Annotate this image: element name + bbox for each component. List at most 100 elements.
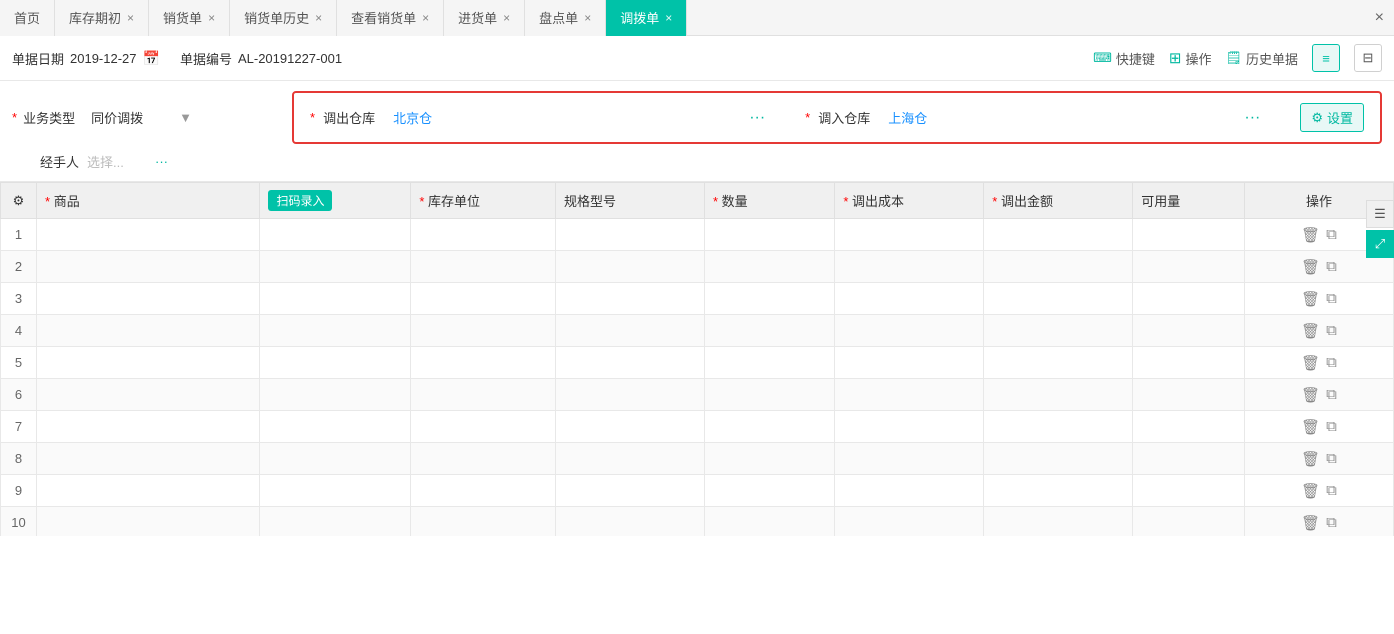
copy-icon[interactable]: ⧉ <box>1326 418 1337 435</box>
row-unit[interactable] <box>411 315 556 347</box>
list-view-button[interactable]: ≡ <box>1312 44 1340 72</box>
row-amount[interactable] <box>984 443 1133 475</box>
row-qty[interactable] <box>704 507 834 537</box>
row-qty[interactable] <box>704 283 834 315</box>
row-unit[interactable] <box>411 347 556 379</box>
row-goods[interactable] <box>37 507 260 537</box>
tab-purchase-order[interactable]: 进货单 × <box>444 0 525 36</box>
tab-sales-history[interactable]: 销货单历史 × <box>230 0 337 36</box>
row-qty[interactable] <box>704 411 834 443</box>
tab-purchase-order-close[interactable]: × <box>503 11 510 25</box>
copy-icon[interactable]: ⧉ <box>1326 226 1337 243</box>
operations-button[interactable]: ⊞ 操作 <box>1169 49 1212 68</box>
row-amount[interactable] <box>984 379 1133 411</box>
delete-icon[interactable]: 🗑 <box>1301 258 1320 276</box>
copy-icon[interactable]: ⧉ <box>1326 450 1337 467</box>
delete-icon[interactable]: 🗑 <box>1301 322 1320 340</box>
row-unit[interactable] <box>411 443 556 475</box>
row-spec[interactable] <box>556 219 705 251</box>
delete-icon[interactable]: 🗑 <box>1301 514 1320 532</box>
business-type-dropdown-icon[interactable]: ▼ <box>179 110 192 125</box>
tab-inventory-init[interactable]: 库存期初 × <box>55 0 149 36</box>
tab-sales-order[interactable]: 销货单 × <box>149 0 230 36</box>
row-cost[interactable] <box>835 251 984 283</box>
row-cost[interactable] <box>835 411 984 443</box>
out-warehouse-ellipsis[interactable]: ··· <box>749 109 765 127</box>
row-qty[interactable] <box>704 251 834 283</box>
row-goods[interactable] <box>37 379 260 411</box>
row-cost[interactable] <box>835 507 984 537</box>
tab-inventory-check-close[interactable]: × <box>584 11 591 25</box>
row-goods[interactable] <box>37 251 260 283</box>
delete-icon[interactable]: 🗑 <box>1301 226 1320 244</box>
scan-entry-button[interactable]: 扫码录入 <box>268 190 332 211</box>
in-warehouse-ellipsis[interactable]: ··· <box>1244 109 1260 127</box>
delete-icon[interactable]: 🗑 <box>1301 386 1320 404</box>
copy-icon[interactable]: ⧉ <box>1326 386 1337 403</box>
tab-transfer-order[interactable]: 调拨单 × <box>606 0 687 36</box>
row-qty[interactable] <box>704 219 834 251</box>
row-goods[interactable] <box>37 411 260 443</box>
row-spec[interactable] <box>556 347 705 379</box>
tab-transfer-order-close[interactable]: × <box>665 11 672 25</box>
row-amount[interactable] <box>984 315 1133 347</box>
row-unit[interactable] <box>411 283 556 315</box>
row-unit[interactable] <box>411 411 556 443</box>
copy-icon[interactable]: ⧉ <box>1326 482 1337 499</box>
row-amount[interactable] <box>984 283 1133 315</box>
row-unit[interactable] <box>411 379 556 411</box>
right-panel-list-button[interactable]: ☰ <box>1366 200 1394 228</box>
delete-icon[interactable]: 🗑 <box>1301 354 1320 372</box>
grid-view-button[interactable]: ⊟ <box>1354 44 1382 72</box>
row-spec[interactable] <box>556 251 705 283</box>
handler-ellipsis[interactable]: ··· <box>155 154 168 169</box>
settings-button[interactable]: ⚙ 设置 <box>1300 103 1364 132</box>
row-goods[interactable] <box>37 475 260 507</box>
row-goods[interactable] <box>37 443 260 475</box>
row-amount[interactable] <box>984 347 1133 379</box>
copy-icon[interactable]: ⧉ <box>1326 290 1337 307</box>
app-close-button[interactable]: × <box>1375 9 1394 27</box>
handler-input[interactable]: 选择... <box>87 152 147 171</box>
row-spec[interactable] <box>556 379 705 411</box>
delete-icon[interactable]: 🗑 <box>1301 418 1320 436</box>
tab-inventory-init-close[interactable]: × <box>127 11 134 25</box>
row-unit[interactable] <box>411 475 556 507</box>
row-qty[interactable] <box>704 443 834 475</box>
right-panel-expand-button[interactable]: ⤢ <box>1366 230 1394 258</box>
tab-view-sales-close[interactable]: × <box>422 11 429 25</box>
row-cost[interactable] <box>835 475 984 507</box>
row-cost[interactable] <box>835 219 984 251</box>
row-amount[interactable] <box>984 219 1133 251</box>
delete-icon[interactable]: 🗑 <box>1301 482 1320 500</box>
row-spec[interactable] <box>556 443 705 475</box>
row-spec[interactable] <box>556 411 705 443</box>
row-goods[interactable] <box>37 219 260 251</box>
row-cost[interactable] <box>835 347 984 379</box>
row-qty[interactable] <box>704 475 834 507</box>
row-unit[interactable] <box>411 507 556 537</box>
copy-icon[interactable]: ⧉ <box>1326 354 1337 371</box>
row-spec[interactable] <box>556 475 705 507</box>
in-warehouse-value[interactable]: 上海仓 <box>888 108 927 127</box>
row-amount[interactable] <box>984 475 1133 507</box>
row-goods[interactable] <box>37 283 260 315</box>
tab-sales-order-close[interactable]: × <box>208 11 215 25</box>
row-qty[interactable] <box>704 347 834 379</box>
business-type-value[interactable]: 同价调拨 <box>91 108 171 127</box>
copy-icon[interactable]: ⧉ <box>1326 514 1337 531</box>
row-cost[interactable] <box>835 443 984 475</box>
row-amount[interactable] <box>984 507 1133 537</box>
out-warehouse-value[interactable]: 北京仓 <box>393 108 432 127</box>
row-amount[interactable] <box>984 411 1133 443</box>
row-unit[interactable] <box>411 251 556 283</box>
tab-view-sales[interactable]: 查看销货单 × <box>337 0 444 36</box>
row-cost[interactable] <box>835 283 984 315</box>
col-gear[interactable]: ⚙ <box>1 183 37 219</box>
row-unit[interactable] <box>411 219 556 251</box>
tab-inventory-check[interactable]: 盘点单 × <box>525 0 606 36</box>
tab-sales-history-close[interactable]: × <box>315 11 322 25</box>
row-spec[interactable] <box>556 283 705 315</box>
row-cost[interactable] <box>835 379 984 411</box>
row-goods[interactable] <box>37 315 260 347</box>
